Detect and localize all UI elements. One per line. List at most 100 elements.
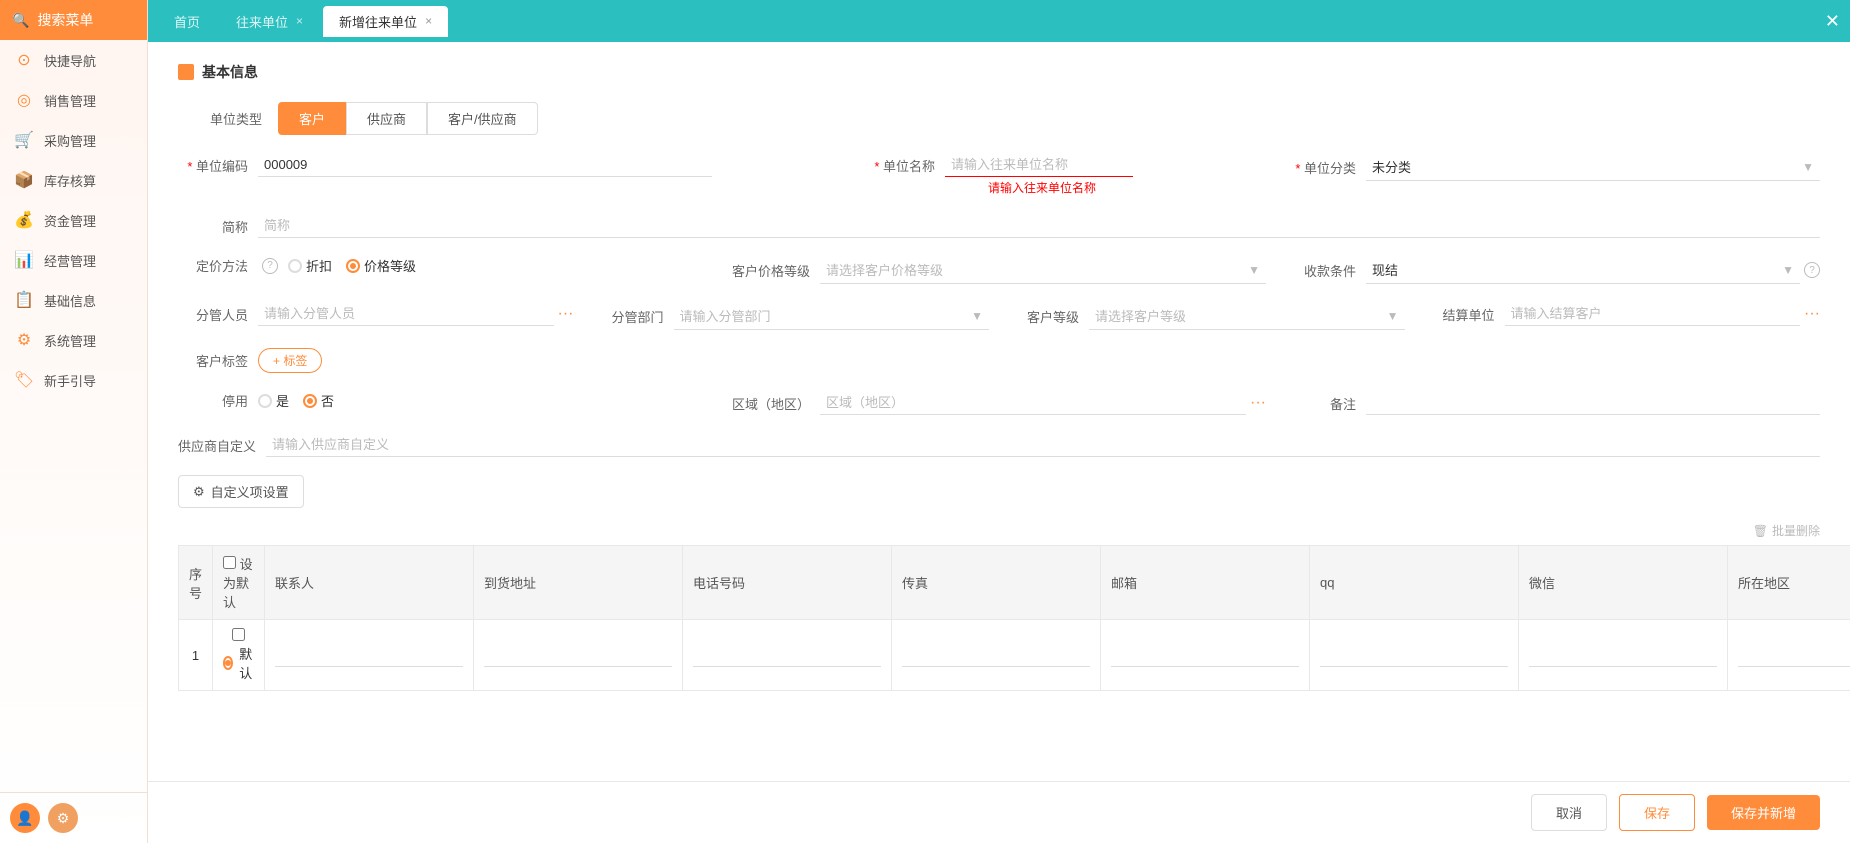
tab-partners-close[interactable]: × (296, 14, 303, 28)
unit-type-customer-btn[interactable]: 客户 (278, 102, 346, 135)
row-region-input[interactable] (1738, 643, 1850, 667)
row-wechat[interactable] (1519, 620, 1728, 691)
field-unit-name: 单位名称 请输入往来单位名称 (732, 153, 1266, 196)
unit-category-arrow: ▼ (1802, 160, 1814, 174)
unit-name-error: 请输入往来单位名称 (988, 179, 1096, 196)
tab-partners-label: 往来单位 (236, 12, 288, 31)
footer-bar: 取消 保存 保存并新增 (148, 781, 1850, 843)
customer-level-value: 请选择客户等级 (1095, 306, 1387, 325)
short-name-input[interactable] (258, 214, 1820, 238)
user-avatar[interactable]: 👤 (10, 803, 40, 833)
sidebar-item-finance[interactable]: 💰 资金管理 (0, 200, 147, 240)
sidebar-item-inventory[interactable]: 📦 库存核算 (0, 160, 147, 200)
row-qq[interactable] (1310, 620, 1519, 691)
tab-new-partner[interactable]: 新增往来单位 × (323, 6, 448, 37)
settlement-unit-label: 结算单位 (1425, 305, 1505, 324)
settings-icon[interactable]: ⚙ (48, 803, 78, 833)
manager-label: 分管人员 (178, 305, 258, 324)
pricing-level-option[interactable]: 价格等级 (346, 256, 416, 275)
form-row-pricing: 定价方法 ? 折扣 价格等级 客户价格等级 请选择客户价格等级 (178, 256, 1820, 284)
sidebar-item-label: 销售管理 (44, 91, 96, 110)
customer-level-select[interactable]: 请选择客户等级 ▼ (1089, 302, 1405, 330)
col-index: 序号 (179, 546, 213, 620)
email-input[interactable] (1111, 643, 1299, 667)
department-select[interactable]: 请输入分管部门 ▼ (674, 302, 990, 330)
settlement-unit-input[interactable] (1505, 302, 1801, 326)
row-fax[interactable] (892, 620, 1101, 691)
sidebar-item-basic-info[interactable]: 📋 基础信息 (0, 280, 147, 320)
select-all-checkbox[interactable] (223, 556, 236, 569)
phone-input[interactable] (693, 643, 881, 667)
row-default-radio[interactable]: 默认 (223, 644, 254, 682)
qq-input[interactable] (1320, 643, 1508, 667)
disabled-label: 停用 (178, 391, 258, 410)
payment-terms-select[interactable]: 现结 ▼ (1366, 256, 1800, 284)
unit-type-supplier-btn[interactable]: 供应商 (346, 102, 427, 135)
supplier-custom-label: 供应商自定义 (178, 436, 266, 455)
close-all-icon[interactable]: ✕ (1825, 11, 1840, 32)
tab-home[interactable]: 首页 (158, 6, 216, 37)
inventory-icon: 📦 (14, 170, 34, 190)
pricing-discount-option[interactable]: 折扣 (288, 256, 332, 275)
tab-new-partner-close[interactable]: × (425, 14, 432, 28)
add-tag-btn[interactable]: + 标签 (258, 348, 322, 373)
sidebar-item-operations[interactable]: 📊 经营管理 (0, 240, 147, 280)
sidebar-item-quick-nav[interactable]: ⊙ 快捷导航 (0, 40, 147, 80)
col-wechat: 微信 (1519, 546, 1728, 620)
row-phone[interactable] (683, 620, 892, 691)
save-button[interactable]: 保存 (1619, 794, 1695, 831)
pricing-level-label: 价格等级 (364, 256, 416, 275)
table-header-bar: 🗑 批量删除 (178, 522, 1820, 539)
sidebar-item-system[interactable]: ⚙ 系统管理 (0, 320, 147, 360)
payment-terms-label: 收款条件 (1286, 261, 1366, 280)
batch-delete-btn[interactable]: 🗑 批量删除 (1753, 522, 1820, 539)
section-title: 基本信息 (178, 62, 1820, 82)
col-qq: qq (1310, 546, 1519, 620)
sidebar-search[interactable]: 🔍 搜索菜单 (0, 0, 147, 40)
unit-code-input[interactable] (258, 153, 712, 177)
sidebar-item-sales[interactable]: ◎ 销售管理 (0, 80, 147, 120)
finance-icon: 💰 (14, 210, 34, 230)
disabled-yes-label: 是 (276, 391, 289, 410)
contact-input[interactable] (275, 643, 463, 667)
save-new-button[interactable]: 保存并新增 (1707, 795, 1820, 830)
row-address[interactable] (474, 620, 683, 691)
section-title-icon (178, 64, 194, 80)
disabled-yes-option[interactable]: 是 (258, 391, 289, 410)
unit-type-both-btn[interactable]: 客户/供应商 (427, 102, 538, 135)
payment-help-icon[interactable]: ? (1804, 262, 1820, 278)
sidebar-item-purchase[interactable]: 🛒 采购管理 (0, 120, 147, 160)
unit-category-select[interactable]: 未分类 ▼ (1366, 153, 1820, 181)
disabled-no-option[interactable]: 否 (303, 391, 334, 410)
sidebar-item-guide[interactable]: 🏷 新手引导 (0, 360, 147, 400)
sidebar-item-label: 资金管理 (44, 211, 96, 230)
row-email[interactable] (1101, 620, 1310, 691)
field-pricing-method: 定价方法 ? 折扣 价格等级 (178, 256, 712, 275)
wechat-input[interactable] (1529, 643, 1717, 667)
row-checkbox[interactable] (232, 628, 245, 641)
manager-dots[interactable]: ··· (558, 305, 574, 323)
fax-input[interactable] (902, 643, 1090, 667)
department-label: 分管部门 (594, 307, 674, 326)
col-address: 到货地址 (474, 546, 683, 620)
delete-icon: 🗑 (1753, 524, 1768, 538)
region-input[interactable] (820, 391, 1246, 415)
settlement-dots[interactable]: ··· (1804, 305, 1820, 323)
cancel-button[interactable]: 取消 (1531, 794, 1607, 831)
field-price-level: 客户价格等级 请选择客户价格等级 ▼ (732, 256, 1266, 284)
supplier-custom-input[interactable] (266, 433, 1820, 457)
price-level-select[interactable]: 请选择客户价格等级 ▼ (820, 256, 1266, 284)
row-contact[interactable] (265, 620, 474, 691)
address-input[interactable] (484, 643, 672, 667)
row-region[interactable] (1728, 620, 1850, 691)
pricing-help-icon[interactable]: ? (262, 258, 278, 274)
tab-partners[interactable]: 往来单位 × (220, 6, 319, 37)
form-row-manager: 分管人员 ··· 分管部门 请输入分管部门 ▼ 客户等级 请选择客户等级 ▼ 结… (178, 302, 1820, 330)
custom-settings-btn[interactable]: ⚙ 自定义项设置 (178, 475, 304, 508)
unit-category-value: 未分类 (1372, 157, 1802, 176)
unit-name-input[interactable] (945, 153, 1133, 177)
region-dots[interactable]: ··· (1250, 394, 1266, 412)
remark-input[interactable] (1366, 391, 1820, 415)
field-manager: 分管人员 ··· (178, 302, 574, 326)
manager-input[interactable] (258, 302, 554, 326)
